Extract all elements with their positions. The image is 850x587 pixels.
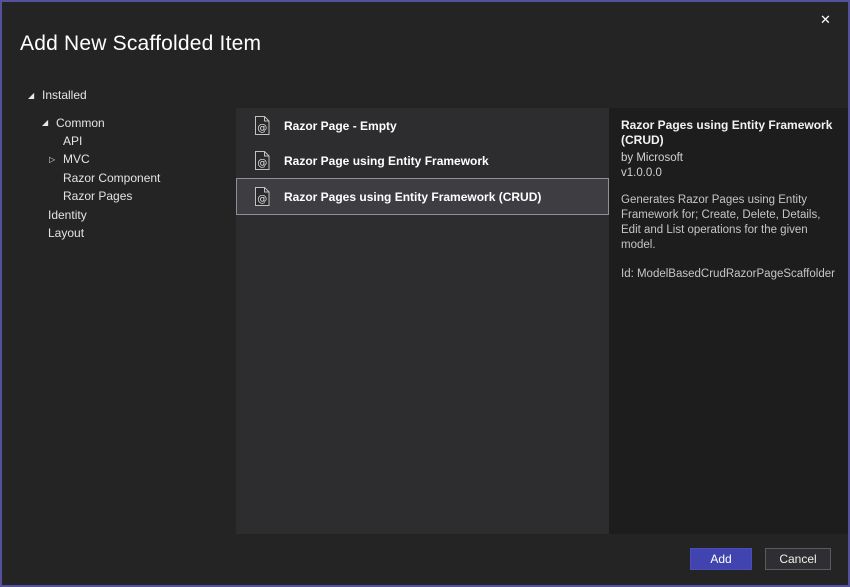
close-icon[interactable]: ✕ [814,10,836,30]
tree-item-installed[interactable]: ◢ Installed [2,86,236,104]
footer-buttons: Add Cancel [690,548,831,570]
category-tree: ◢ Installed ◢ Common API ▷ MVC Razor Com… [2,86,236,530]
tree-item-label: API [63,133,83,148]
list-item-label: Razor Page using Entity Framework [284,153,489,168]
tree-item-api[interactable]: API [2,132,236,150]
list-item-razor-pages-ef-crud[interactable]: @ Razor Pages using Entity Framework (CR… [236,178,609,215]
details-title: Razor Pages using Entity Framework (CRUD… [621,118,833,147]
list-item-razor-page-empty[interactable]: @ Razor Page - Empty [236,108,609,143]
tree-item-label: MVC [63,152,90,167]
expander-expanded-icon[interactable]: ◢ [28,91,42,100]
tree-item-label: Identity [48,207,87,222]
dialog-title: Add New Scaffolded Item [20,32,262,55]
expander-expanded-icon[interactable]: ◢ [42,118,56,127]
svg-text:@: @ [257,123,267,134]
tree-item-label: Razor Component [63,170,161,185]
details-version: v1.0.0.0 [621,166,662,179]
template-list: @ Razor Page - Empty @ Razor Page using … [236,108,609,534]
cancel-button[interactable]: Cancel [765,548,831,570]
details-author: by Microsoft [621,152,683,164]
tree-item-label: Razor Pages [63,189,133,204]
tree-item-label: Installed [42,88,87,103]
razor-page-icon: @ [254,150,271,171]
details-description: Generates Razor Pages using Entity Frame… [621,193,821,251]
svg-text:@: @ [257,158,267,169]
razor-page-icon: @ [254,186,271,207]
add-button[interactable]: Add [690,548,752,570]
tree-item-identity[interactable]: Identity [2,205,236,223]
svg-text:@: @ [257,194,267,205]
tree-item-layout[interactable]: Layout [2,224,236,242]
tree-item-common[interactable]: ◢ Common [2,113,236,131]
tree-item-label: Common [56,115,105,130]
tree-item-label: Layout [48,225,85,240]
razor-page-icon: @ [254,115,271,136]
list-item-razor-page-ef[interactable]: @ Razor Page using Entity Framework [236,143,609,178]
list-item-label: Razor Pages using Entity Framework (CRUD… [284,189,542,204]
tree-item-razor-pages[interactable]: Razor Pages [2,187,236,205]
details-id: Id: ModelBasedCrudRazorPageScaffolder [621,267,835,280]
add-scaffolded-item-dialog: ✕ Add New Scaffolded Item ◢ Installed ◢ … [0,0,850,587]
list-item-label: Razor Page - Empty [284,118,397,133]
tree-item-mvc[interactable]: ▷ MVC [2,150,236,168]
tree-item-razor-component[interactable]: Razor Component [2,169,236,187]
details-panel: Razor Pages using Entity Framework (CRUD… [609,108,848,534]
expander-collapsed-icon[interactable]: ▷ [49,155,63,164]
